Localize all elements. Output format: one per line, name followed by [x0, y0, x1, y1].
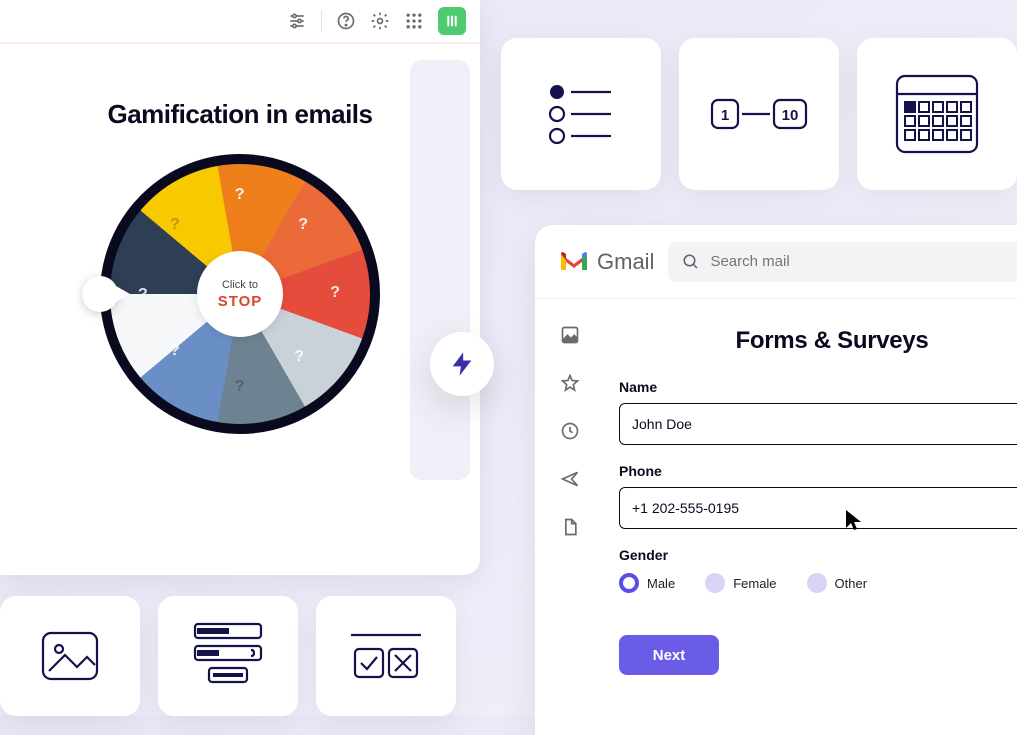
- svg-text:10: 10: [782, 107, 799, 124]
- form-heading: Forms & Surveys: [619, 327, 1017, 355]
- gender-male[interactable]: Male: [619, 573, 675, 593]
- phone-field[interactable]: [619, 487, 1017, 529]
- svg-text:1: 1: [721, 107, 729, 124]
- wheel-stop-label: STOP: [218, 293, 263, 310]
- next-button[interactable]: Next: [619, 635, 719, 675]
- gender-female[interactable]: Female: [705, 573, 776, 593]
- image-icon: [37, 623, 103, 689]
- nav-clock-icon[interactable]: [560, 421, 580, 441]
- search-input[interactable]: [710, 253, 1017, 270]
- name-label: Name: [619, 379, 1017, 395]
- gmail-logo: Gmail: [559, 249, 654, 275]
- gender-label: Gender: [619, 547, 1017, 563]
- tile-number-range[interactable]: 1 10: [679, 38, 839, 190]
- widget-tiles-top: 1 10: [501, 38, 1017, 190]
- range-icon: 1 10: [704, 84, 814, 144]
- gmail-header: Gmail: [535, 225, 1017, 299]
- widget-tiles-bottom: [0, 578, 456, 716]
- app-logo-icon[interactable]: [438, 7, 466, 35]
- gender-female-label: Female: [733, 576, 776, 591]
- spin-wheel[interactable]: ? ? ? ? ? ? ? ? Click to STOP: [100, 154, 380, 434]
- nav-file-icon[interactable]: [560, 517, 580, 537]
- wheel-pointer-icon: [82, 276, 118, 312]
- calendar-icon: [887, 64, 987, 164]
- tile-radio-list[interactable]: [501, 38, 661, 190]
- tile-calendar[interactable]: [857, 38, 1017, 190]
- gmail-main: Forms & Surveys Name Phone Gender Male: [605, 299, 1017, 735]
- nav-image-icon[interactable]: [560, 325, 580, 345]
- radio-icon: [705, 573, 725, 593]
- help-icon[interactable]: [336, 11, 356, 31]
- nav-sent-icon[interactable]: [560, 469, 580, 489]
- nav-star-icon[interactable]: [560, 373, 580, 393]
- gmail-nav: [535, 299, 605, 735]
- bolt-badge: [430, 332, 494, 396]
- gmail-icon: [559, 250, 589, 274]
- radio-icon: [619, 573, 639, 593]
- radio-list-icon: [539, 72, 623, 156]
- editor-title: Gamification in emails: [0, 99, 480, 130]
- gear-icon[interactable]: [370, 11, 390, 31]
- phone-label: Phone: [619, 463, 1017, 479]
- check-x-icon: [341, 621, 431, 691]
- wheel-center-button[interactable]: Click to STOP: [197, 251, 283, 337]
- divider: [321, 10, 322, 32]
- tile-image[interactable]: [0, 596, 140, 716]
- name-field[interactable]: [619, 403, 1017, 445]
- search-icon: [682, 253, 700, 271]
- gender-other-label: Other: [835, 576, 868, 591]
- sliders-icon[interactable]: [287, 11, 307, 31]
- editor-panel: Gamification in emails ? ? ? ? ? ? ? ? C…: [0, 0, 480, 575]
- apps-grid-icon[interactable]: [404, 11, 424, 31]
- bolt-icon: [448, 350, 476, 378]
- gender-male-label: Male: [647, 576, 675, 591]
- gmail-brand-text: Gmail: [597, 249, 654, 275]
- form-list-icon: [183, 616, 273, 696]
- gmail-panel: Gmail Forms & Surveys Name Phone: [535, 225, 1017, 735]
- tile-form-list[interactable]: [158, 596, 298, 716]
- gender-other[interactable]: Other: [807, 573, 868, 593]
- radio-icon: [807, 573, 827, 593]
- gender-radio-row: Male Female Other: [619, 573, 1017, 593]
- gmail-search[interactable]: [668, 242, 1017, 282]
- wheel-click-label: Click to: [222, 279, 258, 291]
- editor-toolbar: [0, 0, 480, 44]
- tile-accept-reject[interactable]: [316, 596, 456, 716]
- editor-sidepanel: [410, 60, 470, 480]
